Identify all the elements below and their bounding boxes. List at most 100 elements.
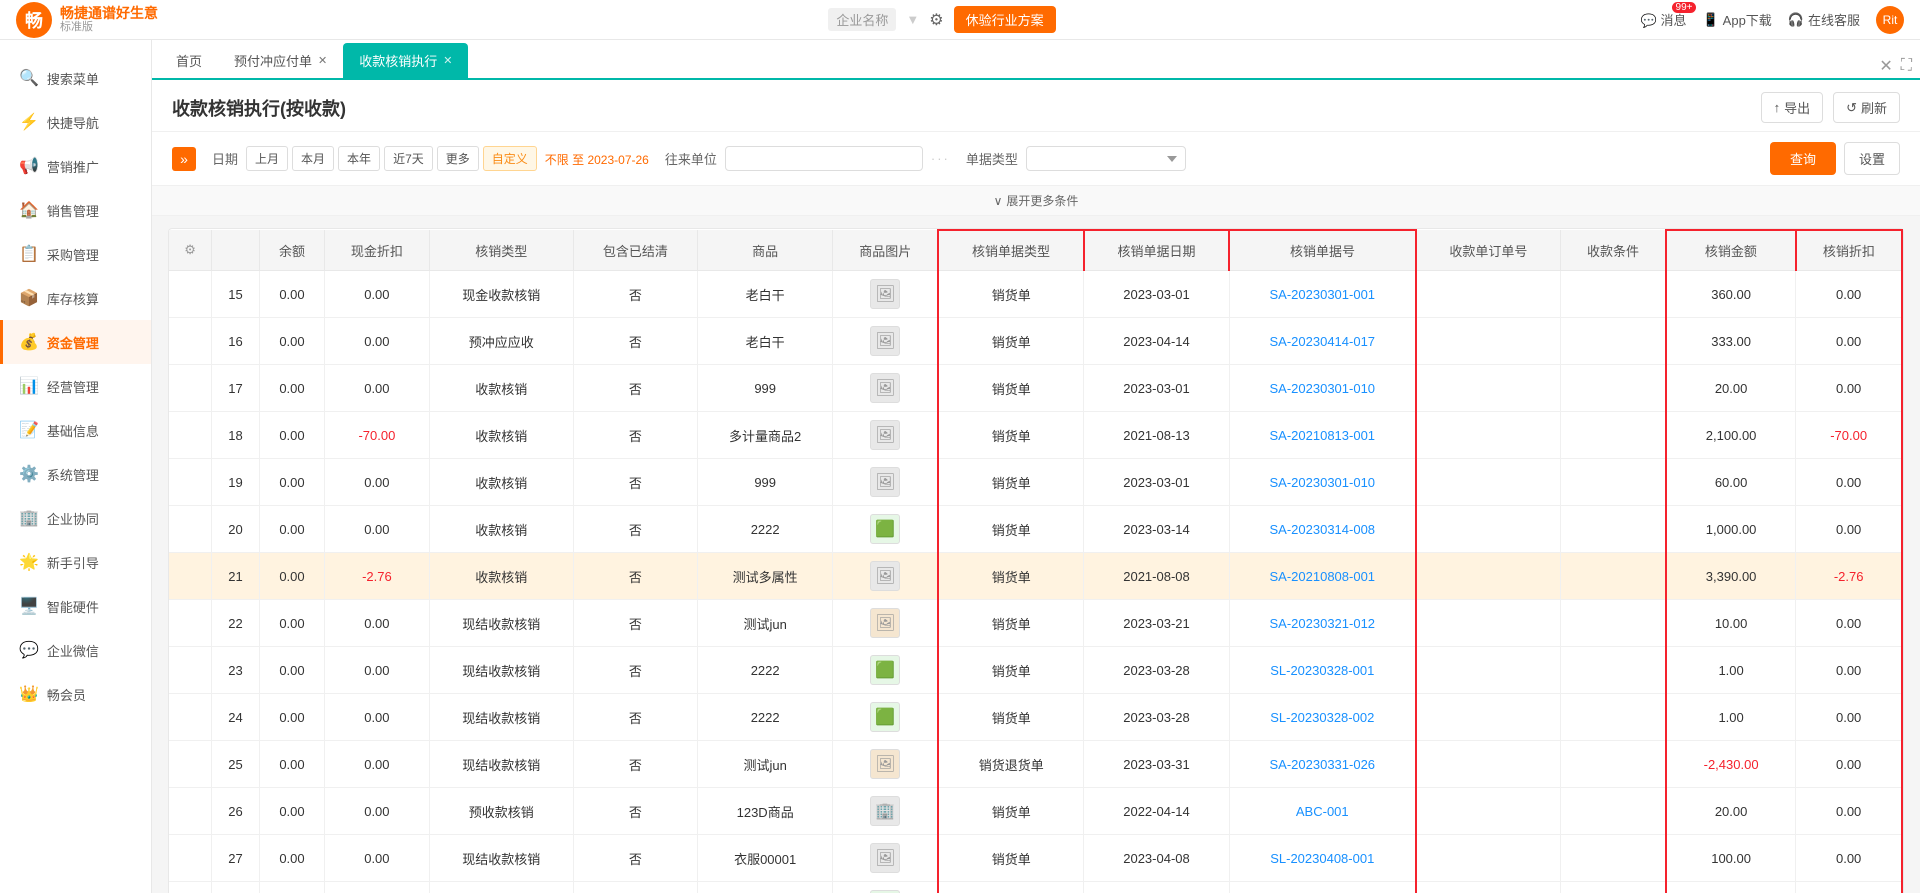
industry-btn[interactable]: 休验行业方案 (954, 6, 1056, 33)
date-btn-more[interactable]: 更多 (437, 146, 479, 171)
sidebar-item-guide[interactable]: 🌟 新手引导 (0, 540, 151, 584)
cell-product: 999 (698, 365, 833, 412)
user-avatar[interactable]: Rit (1876, 6, 1904, 34)
cell-cancel-amount: 2,100.00 (1666, 412, 1796, 459)
cancel-doc-no-link[interactable]: SA-20230301-001 (1270, 287, 1376, 302)
cell-gear (169, 741, 212, 788)
cell-cancel-discount: 0.00 (1796, 788, 1902, 835)
col-gear[interactable]: ⚙ (169, 230, 212, 271)
sidebar-item-wechat[interactable]: 💬 企业微信 (0, 628, 151, 672)
company-dropdown-icon[interactable]: ▼ (906, 12, 919, 27)
sidebar-item-finance[interactable]: 💰 资金管理 (0, 320, 151, 364)
sidebar-item-base-info[interactable]: 📝 基础信息 (0, 408, 151, 452)
cancel-doc-no-link[interactable]: ABC-001 (1296, 804, 1349, 819)
party-filter-input[interactable] (725, 146, 923, 171)
date-btn-this-year[interactable]: 本年 (338, 146, 380, 171)
cell-cash-discount: 0.00 (325, 459, 430, 506)
cell-receipt-condition (1561, 600, 1666, 647)
doc-type-filter-select[interactable]: 销货单 销货退货单 (1026, 146, 1186, 171)
cancel-doc-no-link[interactable]: SA-20230301-010 (1270, 475, 1376, 490)
cancel-doc-no-link[interactable]: SA-20230331-026 (1270, 757, 1376, 772)
table-row: 25 0.00 0.00 现结收款核销 否 测试jun 🖼 销货退货单 2023… (169, 741, 1902, 788)
cell-gear (169, 506, 212, 553)
date-btn-custom[interactable]: 自定义 (483, 146, 537, 171)
cancel-doc-no-link[interactable]: SA-20210808-001 (1270, 569, 1376, 584)
sidebar-item-system[interactable]: ⚙️ 系统管理 (0, 452, 151, 496)
cell-cancel-type: 预冲应应收 (429, 318, 573, 365)
company-selector[interactable]: 企业名称 (828, 8, 896, 31)
sidebar-icon-operations: 📊 (19, 376, 39, 396)
cell-gear (169, 694, 212, 741)
date-btn-last-month[interactable]: 上月 (246, 146, 288, 171)
sidebar-item-member[interactable]: 👑 畅会员 (0, 672, 151, 716)
app-logo-icon: 畅 (16, 2, 52, 38)
cell-cancel-doc-type: 销货单 (938, 271, 1084, 318)
sidebar-icon-sales: 🏠 (19, 200, 39, 220)
cancel-doc-no-link[interactable]: SL-20230328-001 (1270, 663, 1374, 678)
cell-product: 老白干 (698, 271, 833, 318)
date-btn-this-month[interactable]: 本月 (292, 146, 334, 171)
sidebar-item-search[interactable]: 🔍 搜索菜单 (0, 56, 151, 100)
cell-receipt-condition (1561, 741, 1666, 788)
date-btn-7days[interactable]: 近7天 (384, 146, 433, 171)
cell-gear (169, 459, 212, 506)
tab-maximize-btn[interactable]: ⛶ (1901, 57, 1912, 75)
tab-collection[interactable]: 收款核销执行 ✕ (343, 43, 468, 78)
cell-gear (169, 318, 212, 365)
sidebar-item-quick-nav[interactable]: ⚡ 快捷导航 (0, 100, 151, 144)
cell-cancel-type: 现结收款核销 (429, 647, 573, 694)
cancel-doc-no-link[interactable]: SA-20230301-010 (1270, 381, 1376, 396)
date-range-display: 不限 至 2023-07-26 (545, 151, 649, 168)
cancel-doc-no-link[interactable]: SL-20230408-001 (1270, 851, 1374, 866)
sidebar-item-purchase[interactable]: 📋 采购管理 (0, 232, 151, 276)
cancel-doc-no-link[interactable]: SA-20230314-008 (1270, 522, 1376, 537)
sidebar-item-sales[interactable]: 🏠 销售管理 (0, 188, 151, 232)
cell-product-img: 🟩 (833, 694, 938, 741)
tab-home[interactable]: 首页 (160, 43, 218, 78)
tab-prepay[interactable]: 预付冲应付单 ✕ (218, 43, 343, 78)
cancel-doc-no-link[interactable]: SA-20210813-001 (1270, 428, 1376, 443)
cell-cancel-amount: 100.00 (1666, 835, 1796, 882)
online-service-btn[interactable]: 🎧 在线客服 (1788, 10, 1860, 29)
sidebar-label-system: 系统管理 (47, 465, 99, 484)
main-layout: 🔍 搜索菜单 ⚡ 快捷导航 📢 营销推广 🏠 销售管理 📋 采购管理 📦 库存核… (0, 40, 1920, 893)
cell-receipt-order-no (1416, 788, 1561, 835)
export-btn[interactable]: ↑ 导出 (1761, 92, 1824, 123)
cell-cash-discount: 0.00 (325, 318, 430, 365)
sidebar-item-inventory[interactable]: 📦 库存核算 (0, 276, 151, 320)
expand-more-label: 展开更多条件 (1006, 192, 1078, 209)
cell-receipt-order-no (1416, 600, 1561, 647)
expand-more-btn[interactable]: ∨ 展开更多条件 (994, 192, 1079, 209)
cell-balance: 0.00 (259, 318, 324, 365)
cell-cancel-doc-no: SA-20230414-017 (1229, 318, 1416, 365)
tab-prepay-close[interactable]: ✕ (318, 54, 327, 67)
sidebar-label-sales: 销售管理 (47, 201, 99, 220)
settings-btn[interactable]: 设置 (1844, 142, 1900, 175)
expand-filter-btn[interactable]: » (172, 147, 196, 171)
cell-balance: 0.00 (259, 788, 324, 835)
sidebar-item-operations[interactable]: 📊 经营管理 (0, 364, 151, 408)
sidebar-item-hardware[interactable]: 🖥️ 智能硬件 (0, 584, 151, 628)
sidebar-label-wechat: 企业微信 (47, 641, 99, 660)
tab-close-btn[interactable]: ✕ (1879, 56, 1892, 76)
cell-cancel-discount: 0.00 (1796, 882, 1902, 893)
cancel-doc-no-link[interactable]: SA-20230414-017 (1270, 334, 1376, 349)
query-btn[interactable]: 查询 (1770, 142, 1836, 175)
message-badge: 99+ (1672, 2, 1697, 13)
app-download-btn[interactable]: 📱 App下载 (1702, 10, 1771, 29)
cell-product-img: 🖼 (833, 271, 938, 318)
refresh-btn[interactable]: ↺ 刷新 (1833, 92, 1900, 123)
cell-rownum: 21 (212, 553, 260, 600)
cancel-doc-no-link[interactable]: SA-20230321-012 (1270, 616, 1376, 631)
date-filter-label: 日期 (212, 149, 238, 168)
col-rownum (212, 230, 260, 271)
sidebar-item-corp[interactable]: 🏢 企业协同 (0, 496, 151, 540)
cell-balance: 0.00 (259, 600, 324, 647)
col-cancel-doc-no: 核销单据号 (1229, 230, 1416, 271)
message-btn[interactable]: 💬 消息 99+ (1641, 10, 1687, 29)
settings-gear-icon[interactable]: ⚙ (929, 10, 943, 30)
tab-collection-close[interactable]: ✕ (443, 54, 452, 67)
cancel-doc-no-link[interactable]: SL-20230328-002 (1270, 710, 1374, 725)
sidebar-item-marketing[interactable]: 📢 营销推广 (0, 144, 151, 188)
sidebar-label-purchase: 采购管理 (47, 245, 99, 264)
